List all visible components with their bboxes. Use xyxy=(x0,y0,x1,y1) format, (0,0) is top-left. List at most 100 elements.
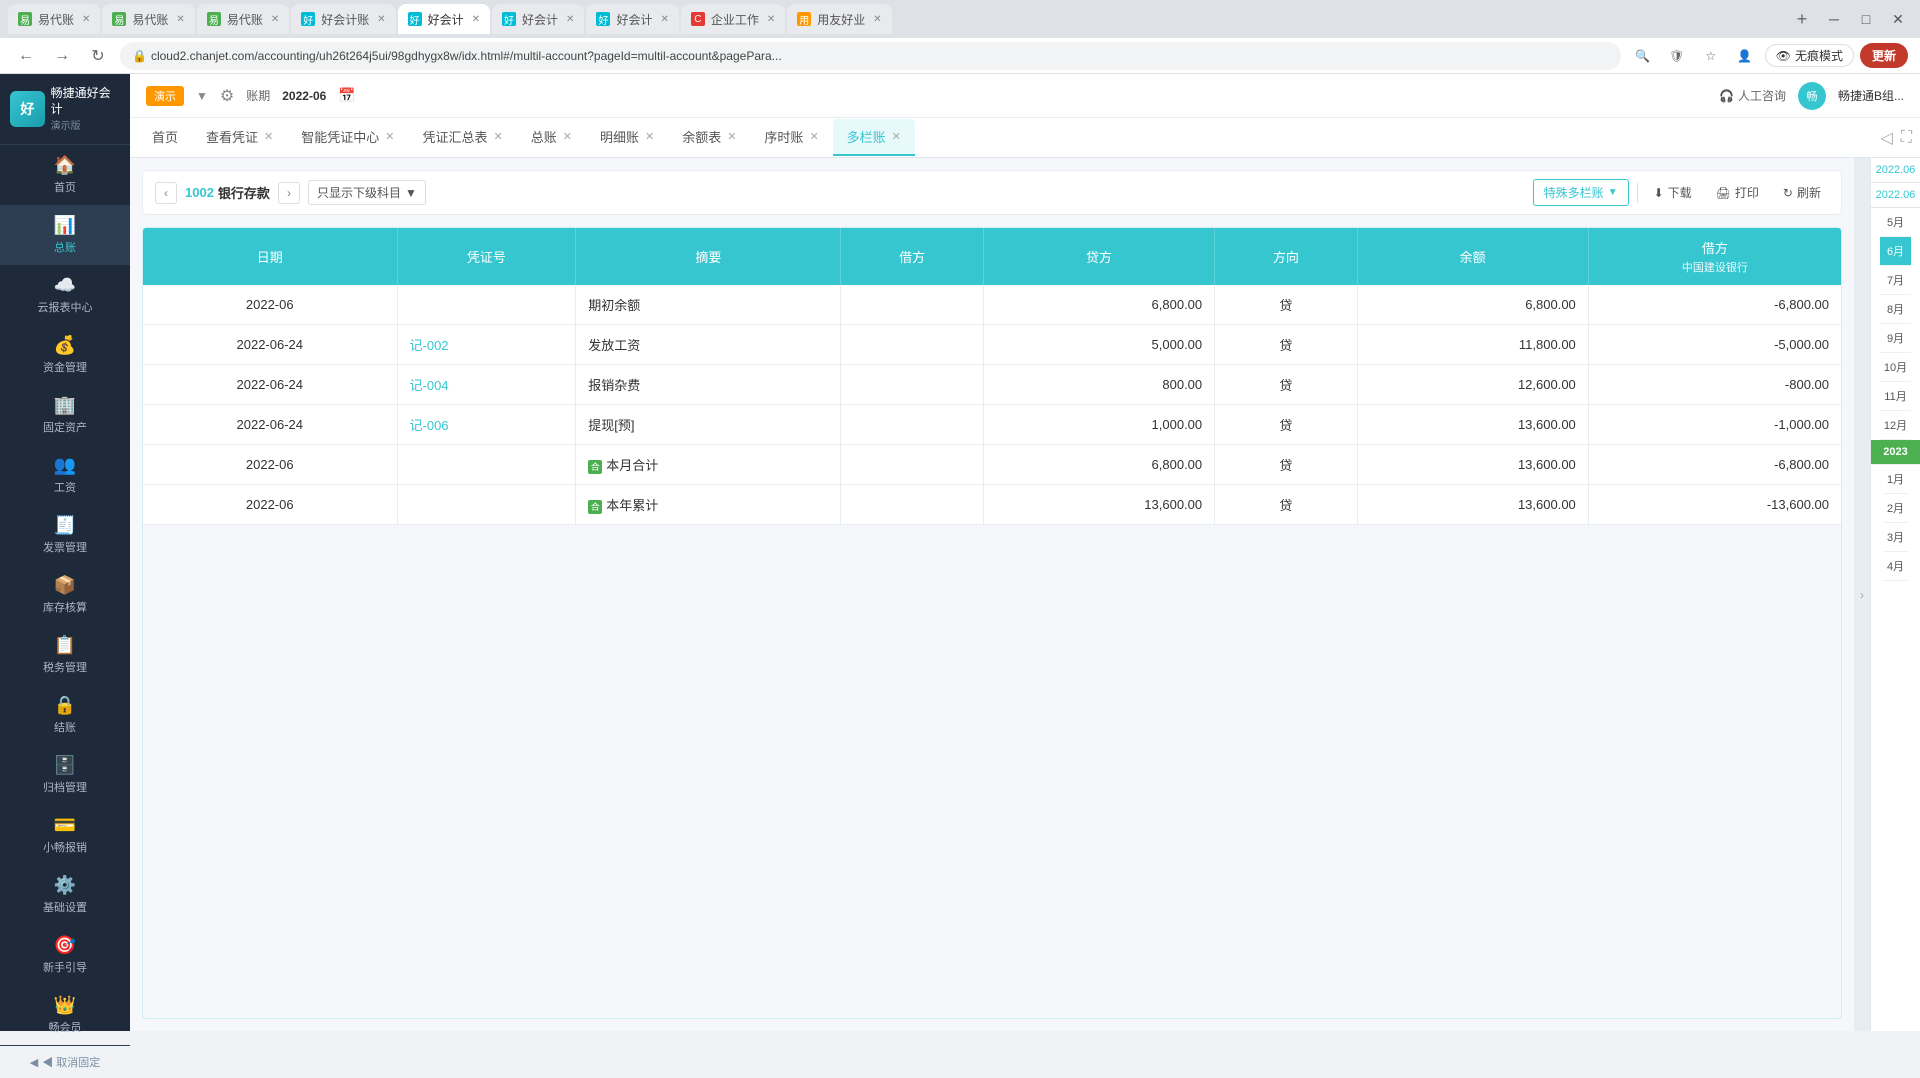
sidebar-item-closing[interactable]: 🔒 结账 xyxy=(0,685,130,745)
print-icon: 🖨 xyxy=(1716,186,1731,200)
close-button[interactable]: ✕ xyxy=(1884,5,1912,33)
voucher-link[interactable]: 记-002 xyxy=(410,338,449,353)
page-tab-voucher-summary[interactable]: 凭证汇总表✕ xyxy=(408,119,516,156)
voucher-link[interactable]: 记-004 xyxy=(410,378,449,393)
cal-month-2023-1月[interactable]: 1月 xyxy=(1883,465,1908,494)
tab-favicon: 好 xyxy=(502,12,516,26)
cal-month-2023-2月[interactable]: 2月 xyxy=(1883,494,1908,523)
cal-year-2023: 2023 xyxy=(1871,440,1920,465)
page-tab-close-smart-center[interactable]: ✕ xyxy=(385,130,394,143)
tab-close-icon[interactable]: ✕ xyxy=(566,14,574,25)
calendar-collapse-button[interactable]: › xyxy=(1854,158,1870,1031)
page-tab-seq-ledger[interactable]: 序时账✕ xyxy=(750,119,832,156)
bookmark-icon[interactable]: ☆ xyxy=(1697,42,1725,70)
sidebar-item-archive[interactable]: 🗄️ 归档管理 xyxy=(0,745,130,805)
support-button[interactable]: 🎧 人工咨询 xyxy=(1719,87,1786,104)
shield-icon[interactable]: 🛡 xyxy=(1663,42,1691,70)
refresh-button[interactable]: ↻ 刷新 xyxy=(1775,180,1829,205)
sidebar-item-general-ledger[interactable]: 📊 总账 xyxy=(0,205,130,265)
new-tab-button[interactable]: + xyxy=(1788,5,1816,33)
sidebar-item-tax-manage[interactable]: 📋 税务管理 xyxy=(0,625,130,685)
sidebar-item-fixed-assets[interactable]: 🏢 固定资产 xyxy=(0,385,130,445)
tab-close-icon[interactable]: ✕ xyxy=(176,14,184,25)
cal-month-9月[interactable]: 9月 xyxy=(1880,324,1911,353)
calendar-icon[interactable]: 📅 xyxy=(338,87,355,104)
sidebar-item-cloud-report[interactable]: ☁️ 云报表中心 xyxy=(0,265,130,325)
page-tab-home[interactable]: 首页 xyxy=(138,119,192,156)
tab-close-icon[interactable]: ✕ xyxy=(767,14,775,25)
browser-tab-1[interactable]: 易 易代账 ✕ xyxy=(8,4,100,34)
browser-tab-9[interactable]: 用 用友好业 ✕ xyxy=(787,4,891,34)
cal-month-10月[interactable]: 10月 xyxy=(1880,353,1911,382)
cal-month-2023-3月[interactable]: 3月 xyxy=(1883,523,1908,552)
profile-icon[interactable]: 👤 xyxy=(1731,42,1759,70)
user-name[interactable]: 畅捷通B组... xyxy=(1838,87,1904,104)
cal-month-7月[interactable]: 7月 xyxy=(1880,266,1911,295)
wuhen-mode-button[interactable]: 👁 无痕模式 xyxy=(1765,44,1854,67)
sidebar-item-inventory[interactable]: 📦 库存核算 xyxy=(0,565,130,625)
demo-badge[interactable]: 演示 xyxy=(146,86,184,106)
browser-tab-3[interactable]: 易 易代账 ✕ xyxy=(197,4,289,34)
maximize-button[interactable]: □ xyxy=(1852,5,1880,33)
sidebar-item-home[interactable]: 🏠 首页 xyxy=(0,145,130,205)
voucher-link[interactable]: 记-006 xyxy=(410,418,449,433)
reload-button[interactable]: ↻ xyxy=(84,42,112,70)
browser-tab-2[interactable]: 易 易代账 ✕ xyxy=(102,4,194,34)
download-button[interactable]: ⬇ 下载 xyxy=(1646,180,1700,205)
cal-month-6月[interactable]: 6月 xyxy=(1880,237,1911,266)
search-icon[interactable]: 🔍 xyxy=(1629,42,1657,70)
tabs-collapse-button[interactable]: ◁ ⛶ xyxy=(1880,128,1912,148)
page-tab-close-voucher-summary[interactable]: ✕ xyxy=(494,130,503,143)
page-tab-detail-ledger[interactable]: 明细账✕ xyxy=(586,119,668,156)
sidebar-item-payroll[interactable]: 👥 工资 xyxy=(0,445,130,505)
forward-button[interactable]: → xyxy=(48,42,76,70)
page-tab-balance-table[interactable]: 余额表✕ xyxy=(668,119,750,156)
credit-cell: 6,800.00 xyxy=(983,285,1214,325)
page-tab-close-view-voucher[interactable]: ✕ xyxy=(264,130,273,143)
minimize-button[interactable]: ─ xyxy=(1820,5,1848,33)
page-tab-close-balance-table[interactable]: ✕ xyxy=(727,130,736,143)
page-tab-view-voucher[interactable]: 查看凭证✕ xyxy=(192,119,287,156)
sidebar-item-basic-settings[interactable]: ⚙️ 基础设置 xyxy=(0,865,130,925)
cal-month-8月[interactable]: 8月 xyxy=(1880,295,1911,324)
sidebar-item-invoice-manage[interactable]: 🧾 发票管理 xyxy=(0,505,130,565)
cal-month-2023-4月[interactable]: 4月 xyxy=(1883,552,1908,581)
cal-month-12月[interactable]: 12月 xyxy=(1880,411,1911,440)
tab-close-icon[interactable]: ✕ xyxy=(377,14,385,25)
url-input[interactable]: 🔒 cloud2.chanjet.com/accounting/uh26t264… xyxy=(120,42,1621,70)
update-button[interactable]: 更新 xyxy=(1860,43,1908,68)
page-tab-close-seq-ledger[interactable]: ✕ xyxy=(809,130,818,143)
sidebar-item-fund-manage[interactable]: 💰 资金管理 xyxy=(0,325,130,385)
tab-close-icon[interactable]: ✕ xyxy=(472,14,480,25)
page-tab-close-general-ledger[interactable]: ✕ xyxy=(563,130,572,143)
dropdown-arrow-icon[interactable]: ▼ xyxy=(196,89,208,103)
browser-tab-5[interactable]: 好 好会计 ✕ xyxy=(398,4,490,34)
browser-tab-7[interactable]: 好 好会计 ✕ xyxy=(586,4,678,34)
dropdown-icon: ▼ xyxy=(405,186,417,200)
tab-close-icon[interactable]: ✕ xyxy=(271,14,279,25)
cal-month-5月[interactable]: 5月 xyxy=(1880,208,1911,237)
prev-account-button[interactable]: ‹ xyxy=(155,182,177,204)
page-tab-multi-ledger[interactable]: 多栏账✕ xyxy=(833,119,915,156)
tab-close-icon[interactable]: ✕ xyxy=(873,14,881,25)
next-account-button[interactable]: › xyxy=(278,182,300,204)
tab-close-icon[interactable]: ✕ xyxy=(660,14,668,25)
sidebar-item-expense[interactable]: 💳 小畅报销 xyxy=(0,805,130,865)
page-tab-general-ledger[interactable]: 总账✕ xyxy=(517,119,586,156)
print-button[interactable]: 🖨 打印 xyxy=(1708,180,1767,205)
settings-icon[interactable]: ⚙ xyxy=(220,86,234,106)
page-tab-smart-center[interactable]: 智能凭证中心✕ xyxy=(287,119,408,156)
feature-multi-ledger-button[interactable]: 特殊多栏账 ▼ xyxy=(1533,179,1629,206)
browser-tab-8[interactable]: C 企业工作 ✕ xyxy=(681,4,785,34)
page-tab-close-multi-ledger[interactable]: ✕ xyxy=(892,130,901,143)
page-tab-close-detail-ledger[interactable]: ✕ xyxy=(645,130,654,143)
browser-tab-4[interactable]: 好 好会计账 ✕ xyxy=(291,4,395,34)
sidebar-pin-button[interactable]: ◀ ◀ 取消固定 xyxy=(0,1046,130,1078)
sidebar-item-membership[interactable]: 👑 畅会员 xyxy=(0,985,130,1045)
tab-close-icon[interactable]: ✕ xyxy=(82,14,90,25)
show-sub-button[interactable]: 只显示下级科目 ▼ xyxy=(308,180,426,205)
cal-month-11月[interactable]: 11月 xyxy=(1880,382,1911,411)
sidebar-item-guide[interactable]: 🎯 新手引导 xyxy=(0,925,130,985)
back-button[interactable]: ← xyxy=(12,42,40,70)
browser-tab-6[interactable]: 好 好会计 ✕ xyxy=(492,4,584,34)
